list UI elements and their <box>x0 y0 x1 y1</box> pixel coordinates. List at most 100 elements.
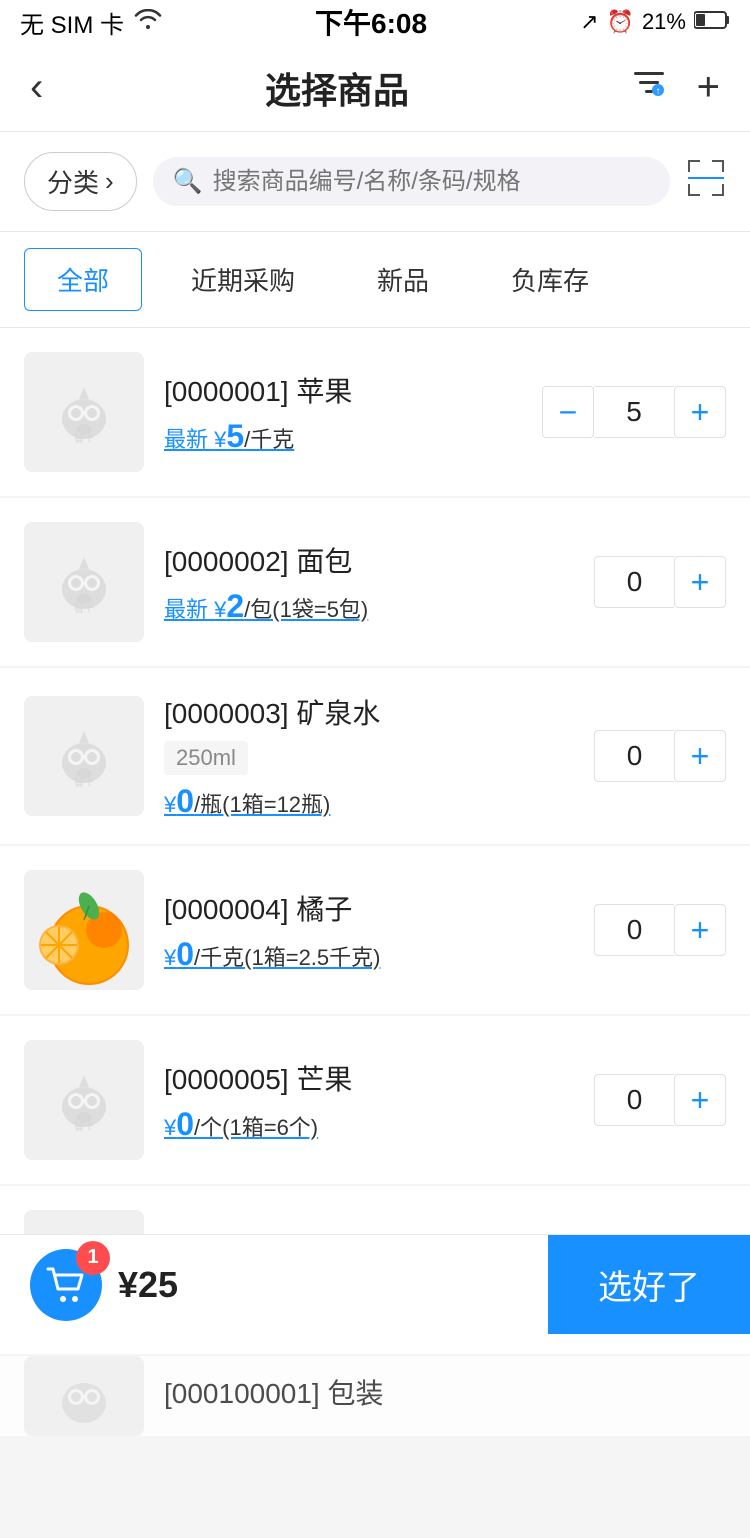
price-number: 0 <box>176 1106 194 1142</box>
qty-minus-button[interactable]: − <box>542 386 594 438</box>
price-unit: /千克 <box>244 427 294 452</box>
owl-placeholder-icon <box>49 1361 119 1431</box>
product-price: 最新 ¥5/千克 <box>164 418 522 455</box>
product-image-p4 <box>24 870 144 990</box>
product-name: [0000004] 橘子 <box>164 888 574 928</box>
product-price: 最新 ¥2/包(1袋=5包) <box>164 588 574 625</box>
product-info-p4: [0000004] 橘子 ¥0/千克(1箱=2.5千克) <box>164 888 574 973</box>
product-info-p5: [0000005] 芒果 ¥0/个(1箱=6个) <box>164 1058 574 1143</box>
tab-all[interactable]: 全部 <box>24 248 142 311</box>
bottom-bar: 1 ¥25 选好了 <box>0 1234 750 1334</box>
list-item: 智十 [0000001] 苹果 最新 ¥5/千克 − + <box>0 328 750 496</box>
product-price: ¥0/千克(1箱=2.5千克) <box>164 936 574 973</box>
cart-icon <box>46 1267 86 1303</box>
category-button[interactable]: 分类 › <box>24 152 137 211</box>
cart-badge: 1 <box>76 1241 110 1275</box>
product-image-p2: 智十 <box>24 522 144 642</box>
cart-icon-wrap[interactable]: 1 <box>30 1249 102 1321</box>
svg-text:↑: ↑ <box>655 86 660 97</box>
nav-bar: ‹ 选择商品 ↑ + <box>0 44 750 132</box>
time-display: 下午6:08 <box>315 2 427 42</box>
confirm-button[interactable]: 选好了 <box>548 1235 750 1334</box>
list-item: 智十 [0000005] 芒果 ¥0/个(1箱=6个) + <box>0 1016 750 1184</box>
quantity-control-p1: − + <box>542 386 726 438</box>
product-info-p2: [0000002] 面包 最新 ¥2/包(1袋=5包) <box>164 540 574 625</box>
quantity-control-p4: + <box>594 904 726 956</box>
product-image-p3: 智十 <box>24 696 144 816</box>
qty-plus-button[interactable]: + <box>674 556 726 608</box>
price-number: 0 <box>176 783 194 819</box>
svg-text:智十: 智十 <box>74 1120 94 1133</box>
qty-plus-button[interactable]: + <box>674 730 726 782</box>
qty-input[interactable] <box>594 904 674 956</box>
qty-plus-button[interactable]: + <box>674 386 726 438</box>
qty-input[interactable] <box>594 386 674 438</box>
product-image-p7 <box>24 1356 144 1436</box>
battery-level: 21% <box>642 9 686 35</box>
quantity-control-p2: + <box>594 556 726 608</box>
tab-recent[interactable]: 近期采购 <box>158 248 328 311</box>
product-info-p1: [0000001] 苹果 最新 ¥5/千克 <box>164 370 522 455</box>
sim-status: 无 SIM 卡 <box>20 5 124 40</box>
svg-text:智十: 智十 <box>74 602 94 615</box>
qty-input[interactable] <box>594 1074 674 1126</box>
quantity-control-p3: + <box>594 730 726 782</box>
list-item: 智十 [0000003] 矿泉水 250ml ¥0/瓶(1箱=12瓶) + <box>0 668 750 844</box>
location-icon: ↗ <box>580 9 598 35</box>
price-prefix: 最新 ¥ <box>164 597 226 622</box>
qty-plus-button[interactable]: + <box>674 904 726 956</box>
qty-input[interactable] <box>594 556 674 608</box>
product-info-p3: [0000003] 矿泉水 250ml ¥0/瓶(1箱=12瓶) <box>164 692 574 820</box>
search-input[interactable] <box>213 168 650 196</box>
product-name: [000100001] 包装 <box>164 1372 726 1412</box>
qty-input[interactable] <box>594 730 674 782</box>
svg-text:智十: 智十 <box>74 776 94 789</box>
svg-text:智十: 智十 <box>74 432 94 445</box>
owl-placeholder-icon: 智十 <box>49 547 119 617</box>
wifi-icon <box>134 8 162 36</box>
list-item: [0000004] 橘子 ¥0/千克(1箱=2.5千克) + <box>0 846 750 1014</box>
tab-bar: 全部 近期采购 新品 负库存 <box>0 232 750 328</box>
price-unit: /个(1箱=6个) <box>194 1115 318 1140</box>
quantity-control-p5: + <box>594 1074 726 1126</box>
price-number: 5 <box>226 418 244 454</box>
category-label: 分类 <box>47 163 99 200</box>
owl-placeholder-icon: 智十 <box>49 377 119 447</box>
product-image-p5: 智十 <box>24 1040 144 1160</box>
scan-button[interactable] <box>686 158 726 206</box>
product-price: ¥0/瓶(1箱=12瓶) <box>164 783 574 820</box>
nav-actions: ↑ + <box>631 65 720 110</box>
product-name: [0000002] 面包 <box>164 540 574 580</box>
product-info-p7: [000100001] 包装 <box>164 1372 726 1420</box>
filter-icon[interactable]: ↑ <box>631 65 667 110</box>
page-title: 选择商品 <box>265 62 409 114</box>
add-icon[interactable]: + <box>697 65 720 110</box>
back-button[interactable]: ‹ <box>30 65 43 110</box>
cart-section: 1 ¥25 <box>0 1249 548 1321</box>
product-name: [0000001] 苹果 <box>164 370 522 410</box>
tab-negative[interactable]: 负库存 <box>478 248 622 311</box>
list-item: [000100001] 包装 <box>0 1356 750 1436</box>
qty-plus-button[interactable]: + <box>674 1074 726 1126</box>
price-prefix: 最新 ¥ <box>164 427 226 452</box>
product-name: [0000003] 矿泉水 <box>164 692 574 732</box>
price-number: 0 <box>176 936 194 972</box>
chevron-right-icon: › <box>105 166 114 197</box>
owl-placeholder-icon: 智十 <box>49 721 119 791</box>
list-item: 智十 [0000002] 面包 最新 ¥2/包(1袋=5包) + <box>0 498 750 666</box>
status-bar: 无 SIM 卡 下午6:08 ↗ ⏰ 21% <box>0 0 750 44</box>
price-yuan-icon: ¥ <box>164 1115 176 1140</box>
price-unit: /包(1袋=5包) <box>244 597 368 622</box>
alarm-icon: ⏰ <box>607 9 634 35</box>
price-yuan-icon: ¥ <box>164 945 176 970</box>
status-left: 无 SIM 卡 <box>20 5 162 40</box>
orange-image <box>24 870 144 990</box>
price-number: 2 <box>226 588 244 624</box>
product-name: [0000005] 芒果 <box>164 1058 574 1098</box>
price-unit: /瓶(1箱=12瓶) <box>194 792 330 817</box>
price-unit: /千克(1箱=2.5千克) <box>194 945 380 970</box>
status-right: ↗ ⏰ 21% <box>580 9 730 35</box>
product-spec: 250ml <box>164 741 248 775</box>
product-price: ¥0/个(1箱=6个) <box>164 1106 574 1143</box>
tab-new[interactable]: 新品 <box>344 248 462 311</box>
